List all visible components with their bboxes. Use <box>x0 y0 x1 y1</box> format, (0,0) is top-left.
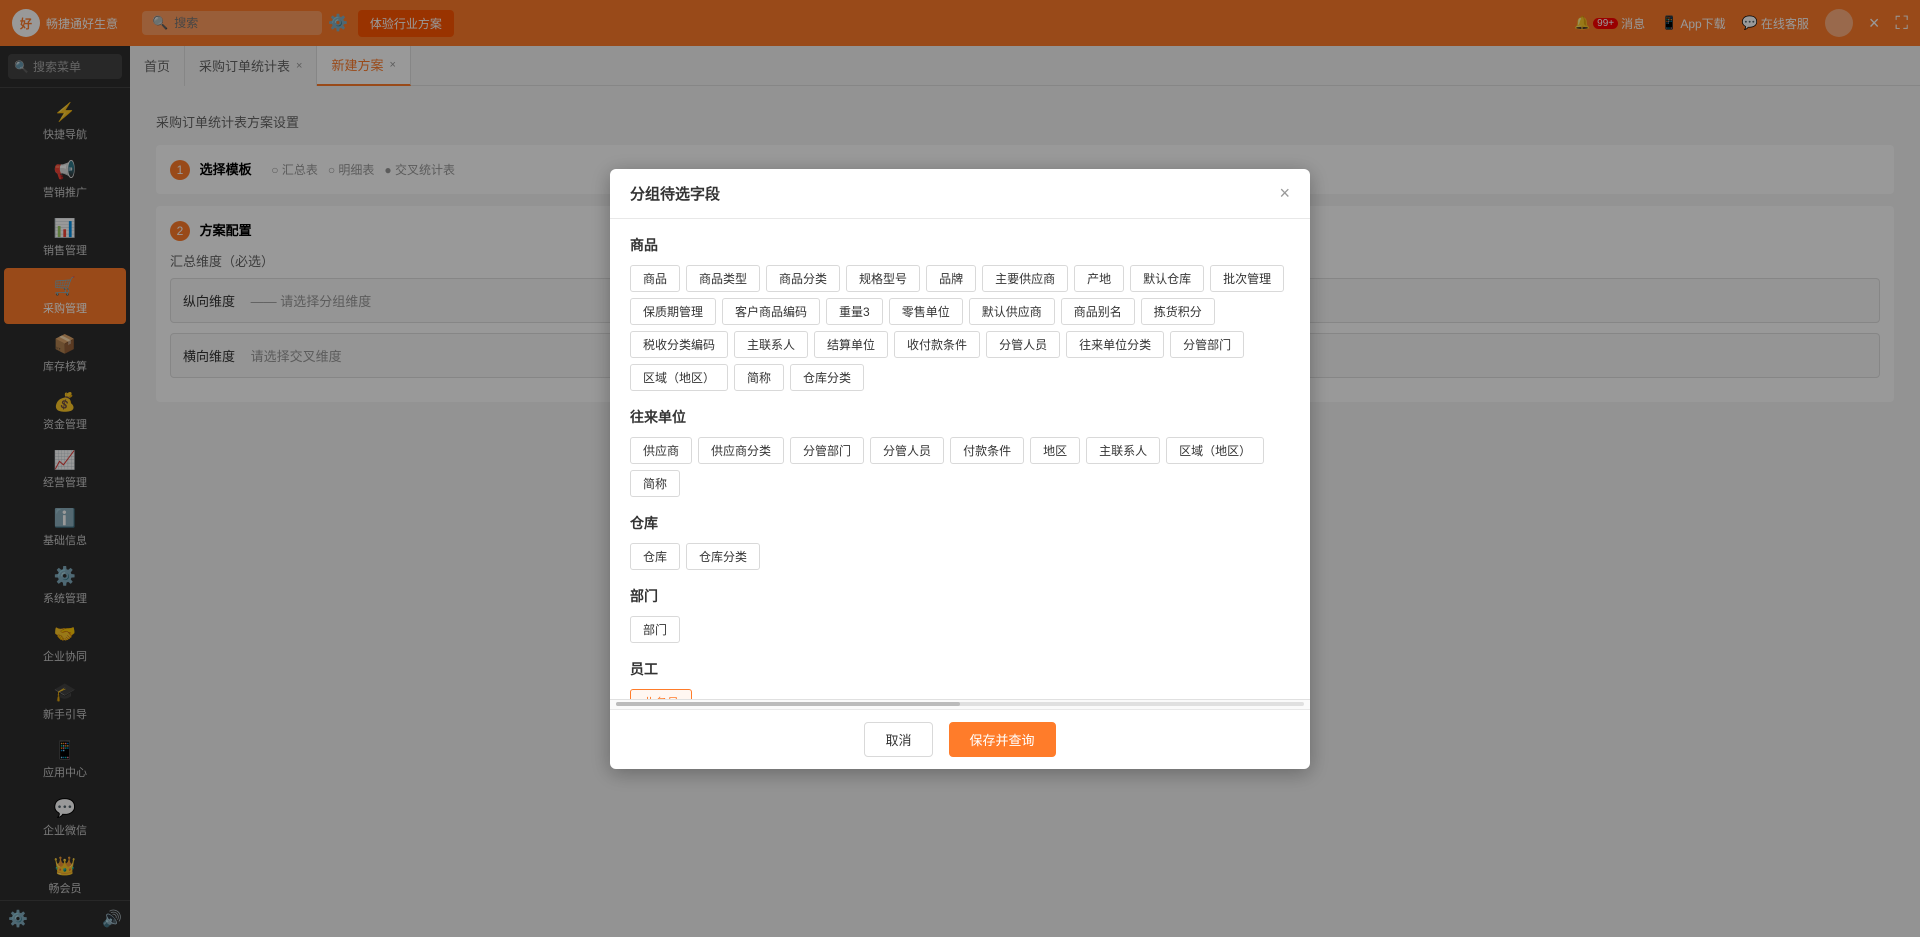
tag-业务员[interactable]: 业务员 <box>630 689 692 699</box>
tag-批次管理[interactable]: 批次管理 <box>1210 265 1284 292</box>
tag-分管人员[interactable]: 分管人员 <box>986 331 1060 358</box>
tag-区域（地区）[interactable]: 区域（地区） <box>630 364 728 391</box>
scrollbar-track <box>616 702 1304 706</box>
tag-分管部门[interactable]: 分管部门 <box>1170 331 1244 358</box>
horizontal-scrollbar[interactable] <box>610 699 1310 709</box>
tag-商品分类[interactable]: 商品分类 <box>766 265 840 292</box>
tag-商品别名[interactable]: 商品别名 <box>1061 298 1135 325</box>
tag-仓库分类[interactable]: 仓库分类 <box>686 543 760 570</box>
tag-主联系人[interactable]: 主联系人 <box>734 331 808 358</box>
save-query-button[interactable]: 保存并查询 <box>949 722 1056 757</box>
tag-税收分类编码[interactable]: 税收分类编码 <box>630 331 728 358</box>
tag-地区[interactable]: 地区 <box>1030 437 1080 464</box>
tag-收付款条件[interactable]: 收付款条件 <box>894 331 980 358</box>
tag-主要供应商[interactable]: 主要供应商 <box>982 265 1068 292</box>
tag-品牌[interactable]: 品牌 <box>926 265 976 292</box>
tag-group-商品: 商品商品类型商品分类规格型号品牌主要供应商产地默认仓库批次管理保质期管理客户商品… <box>630 265 1290 391</box>
tag-默认仓库[interactable]: 默认仓库 <box>1130 265 1204 292</box>
tag-产地[interactable]: 产地 <box>1074 265 1124 292</box>
tag-部门[interactable]: 部门 <box>630 616 680 643</box>
tag-商品[interactable]: 商品 <box>630 265 680 292</box>
section-title-仓库: 仓库 <box>630 513 1290 533</box>
tag-拣货积分[interactable]: 拣货积分 <box>1141 298 1215 325</box>
tag-结算单位[interactable]: 结算单位 <box>814 331 888 358</box>
tag-group-仓库: 仓库仓库分类 <box>630 543 1290 570</box>
section-title-往来单位: 往来单位 <box>630 407 1290 427</box>
tag-区域（地区）[interactable]: 区域（地区） <box>1166 437 1264 464</box>
tag-商品类型[interactable]: 商品类型 <box>686 265 760 292</box>
tag-付款条件[interactable]: 付款条件 <box>950 437 1024 464</box>
tag-客户商品编码[interactable]: 客户商品编码 <box>722 298 820 325</box>
dialog-close-btn[interactable]: × <box>1279 183 1290 204</box>
dialog-overlay: 分组待选字段 × 商品商品商品类型商品分类规格型号品牌主要供应商产地默认仓库批次… <box>0 0 1920 937</box>
tag-默认供应商[interactable]: 默认供应商 <box>969 298 1055 325</box>
tag-简称[interactable]: 简称 <box>734 364 784 391</box>
section-title-员工: 员工 <box>630 659 1290 679</box>
dialog: 分组待选字段 × 商品商品商品类型商品分类规格型号品牌主要供应商产地默认仓库批次… <box>610 169 1310 769</box>
cancel-button[interactable]: 取消 <box>864 722 932 757</box>
tag-仓库[interactable]: 仓库 <box>630 543 680 570</box>
section-title-商品: 商品 <box>630 235 1290 255</box>
tag-规格型号[interactable]: 规格型号 <box>846 265 920 292</box>
tag-供应商分类[interactable]: 供应商分类 <box>698 437 784 464</box>
dialog-footer: 取消 保存并查询 <box>610 709 1310 769</box>
tag-重量3[interactable]: 重量3 <box>826 298 883 325</box>
tag-往来单位分类[interactable]: 往来单位分类 <box>1066 331 1164 358</box>
dialog-header: 分组待选字段 × <box>610 169 1310 219</box>
tag-group-员工: 业务员 <box>630 689 1290 699</box>
section-title-部门: 部门 <box>630 586 1290 606</box>
tag-分管人员[interactable]: 分管人员 <box>870 437 944 464</box>
tag-group-往来单位: 供应商供应商分类分管部门分管人员付款条件地区主联系人区域（地区） 简称 <box>630 437 1290 497</box>
tag-保质期管理[interactable]: 保质期管理 <box>630 298 716 325</box>
tag-分管部门[interactable]: 分管部门 <box>790 437 864 464</box>
tag-group-部门: 部门 <box>630 616 1290 643</box>
tag-供应商[interactable]: 供应商 <box>630 437 692 464</box>
tag-零售单位[interactable]: 零售单位 <box>889 298 963 325</box>
dialog-body: 商品商品商品类型商品分类规格型号品牌主要供应商产地默认仓库批次管理保质期管理客户… <box>610 219 1310 699</box>
tag-主联系人[interactable]: 主联系人 <box>1086 437 1160 464</box>
dialog-title: 分组待选字段 <box>630 183 720 204</box>
tag-简称[interactable]: 简称 <box>630 470 680 497</box>
tag-仓库分类[interactable]: 仓库分类 <box>790 364 864 391</box>
scrollbar-thumb <box>616 702 960 706</box>
